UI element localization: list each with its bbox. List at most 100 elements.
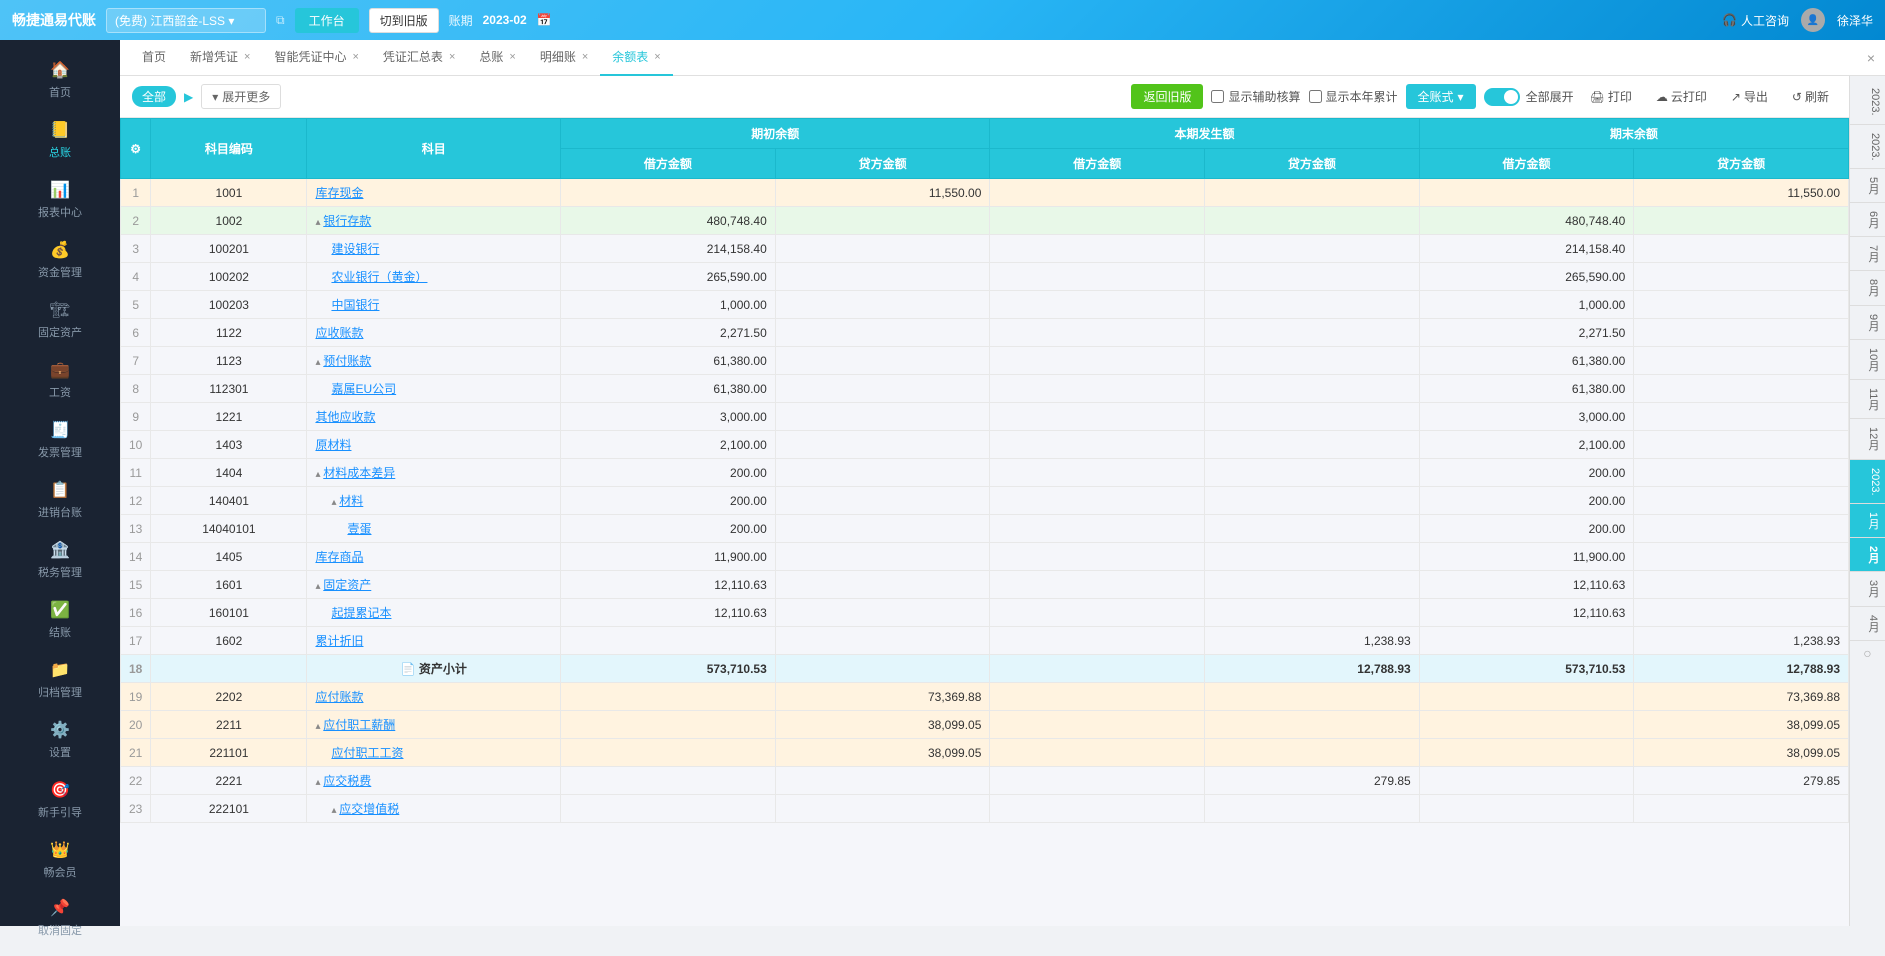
tab-close-smart-voucher[interactable]: × [352, 51, 358, 63]
row-name[interactable]: 其他应收款 [307, 403, 561, 431]
print-button[interactable]: 🖨 打印 [1582, 85, 1640, 108]
tab-voucher-summary[interactable]: 凭证汇总表 × [371, 40, 467, 76]
copy-icon[interactable]: ⧉ [276, 13, 285, 28]
row-name[interactable]: 应收账款 [307, 319, 561, 347]
month-12[interactable]: 12月 [1850, 419, 1885, 459]
sidebar-item-payroll[interactable]: 💼 工资 [0, 350, 120, 410]
row-name[interactable]: 库存现金 [307, 179, 561, 207]
sidebar-item-archive[interactable]: 📁 归档管理 [0, 650, 120, 710]
row-num: 23 [121, 795, 151, 823]
tab-close-voucher-summary[interactable]: × [449, 51, 455, 63]
row-name[interactable]: 原材料 [307, 431, 561, 459]
tab-home[interactable]: 首页 [130, 40, 178, 76]
table-row: 16 160101 起提累记本 12,110.63 12,110.63 [121, 599, 1849, 627]
month-6[interactable]: 6月 [1850, 203, 1885, 237]
row-num: 12 [121, 487, 151, 515]
row-name[interactable]: 中国银行 [307, 291, 561, 319]
row-name[interactable]: ▴ 银行存款 [307, 207, 561, 235]
month-11[interactable]: 11月 [1850, 380, 1885, 419]
full-style-button[interactable]: 全账式 ▾ [1406, 84, 1476, 109]
sidebar-item-ledger[interactable]: 📒 总账 [0, 110, 120, 170]
tab-general-ledger[interactable]: 总账 × [467, 40, 527, 76]
right-panel-close[interactable]: ○ [1859, 641, 1875, 665]
tab-balance-sheet[interactable]: 余额表 × [600, 40, 672, 76]
year-2023-label2[interactable]: 2023. [1850, 125, 1885, 170]
sidebar-item-home[interactable]: 🏠 首页 [0, 50, 120, 110]
row-name[interactable]: 建设银行 [307, 235, 561, 263]
year-2023-label[interactable]: 2023. [1850, 80, 1885, 125]
sidebar-item-tax[interactable]: 🏦 税务管理 [0, 530, 120, 590]
sidebar-item-reports[interactable]: 📊 报表中心 [0, 170, 120, 230]
row-name[interactable]: 库存商品 [307, 543, 561, 571]
show-ytd-check[interactable]: 显示本年累计 [1309, 88, 1398, 105]
sidebar-item-assets[interactable]: 🏗 固定资产 [0, 290, 120, 350]
sidebar-item-invoice[interactable]: 🧾 发票管理 [0, 410, 120, 470]
tab-smart-voucher[interactable]: 智能凭证中心 × [262, 40, 370, 76]
filter-all-label[interactable]: 全部 [132, 86, 176, 107]
row-name[interactable]: 嘉属EU公司 [307, 375, 561, 403]
sidebar-item-settings[interactable]: ⚙️ 设置 [0, 710, 120, 770]
row-ob-credit [775, 347, 990, 375]
row-num: 5 [121, 291, 151, 319]
row-name[interactable]: 应付职工工资 [307, 739, 561, 767]
month-4[interactable]: 4月 [1850, 607, 1885, 641]
row-name[interactable]: 累计折旧 [307, 627, 561, 655]
cloud-print-button[interactable]: ☁ 云打印 [1648, 85, 1715, 108]
row-name[interactable]: 应付账款 [307, 683, 561, 711]
sidebar-item-guide[interactable]: 🎯 新手引导 [0, 770, 120, 830]
sidebar-label-reports: 报表中心 [38, 204, 82, 220]
month-1[interactable]: 1月 [1850, 504, 1885, 538]
month-3[interactable]: 3月 [1850, 572, 1885, 606]
sidebar-item-close[interactable]: ✅ 结账 [0, 590, 120, 650]
row-ob-debit: 200.00 [561, 487, 776, 515]
tab-new-voucher[interactable]: 新增凭证 × [178, 40, 262, 76]
row-name[interactable]: ▴ 材料成本差异 [307, 459, 561, 487]
tab-close-detail-ledger[interactable]: × [582, 51, 588, 63]
tab-close-general-ledger[interactable]: × [509, 51, 515, 63]
row-name[interactable]: ▴ 材料 [307, 487, 561, 515]
settings-col-header[interactable]: ⚙ [121, 119, 151, 179]
export-button[interactable]: ↗ 导出 [1723, 85, 1776, 108]
row-name[interactable]: ▴ 固定资产 [307, 571, 561, 599]
show-assist-check[interactable]: 显示辅助核算 [1211, 88, 1300, 105]
row-eb-credit [1634, 599, 1849, 627]
month-5[interactable]: 5月 [1850, 169, 1885, 203]
month-10[interactable]: 10月 [1850, 340, 1885, 380]
row-name[interactable]: 起提累记本 [307, 599, 561, 627]
month-8[interactable]: 8月 [1850, 271, 1885, 305]
return-old-button[interactable]: 返回旧版 [1131, 84, 1203, 109]
row-name[interactable]: ▴ 应付职工薪酬 [307, 711, 561, 739]
tab-detail-ledger[interactable]: 明细账 × [528, 40, 600, 76]
sidebar-item-unpin[interactable]: 📌 取消固定 [0, 890, 120, 946]
row-cp-debit [990, 375, 1205, 403]
sidebar-item-capital[interactable]: 💰 资金管理 [0, 230, 120, 290]
tab-close-balance-sheet[interactable]: × [654, 51, 660, 63]
company-selector[interactable]: (免费) 江西韶金-LSS ▾ [106, 8, 266, 33]
row-name[interactable]: ▴ 应交税费 [307, 767, 561, 795]
filter-arrow-icon[interactable]: ▶ [184, 90, 193, 104]
row-name[interactable]: 农业银行（黄金） [307, 263, 561, 291]
month-9[interactable]: 9月 [1850, 306, 1885, 340]
toggle-switch[interactable] [1484, 88, 1520, 106]
month-7[interactable]: 7月 [1850, 237, 1885, 271]
tab-close-new-voucher[interactable]: × [244, 51, 250, 63]
row-eb-debit [1419, 795, 1634, 823]
workbench-button[interactable]: 工作台 [295, 8, 359, 33]
year-2023-active[interactable]: 2023. [1850, 460, 1885, 505]
switch-old-button[interactable]: 切到旧版 [369, 8, 439, 33]
sidebar-item-member[interactable]: 👑 畅会员 [0, 830, 120, 890]
row-name[interactable]: 壹蛋 [307, 515, 561, 543]
month-2[interactable]: 2月 [1850, 538, 1885, 572]
calendar-icon[interactable]: 📅 [537, 13, 552, 27]
row-name[interactable]: ▴ 应交增值税 [307, 795, 561, 823]
row-name[interactable]: ▴ 预付账款 [307, 347, 561, 375]
sidebar-label-archive: 归档管理 [38, 684, 82, 700]
expand-more-button[interactable]: ▾ 展开更多 [201, 84, 281, 109]
avatar[interactable]: 👤 [1801, 8, 1825, 32]
consult-link[interactable]: 🎧 人工咨询 [1722, 12, 1789, 29]
table-row: 23 222101 ▴ 应交增值税 [121, 795, 1849, 823]
refresh-button[interactable]: ↺ 刷新 [1784, 85, 1837, 108]
close-all-tabs[interactable]: × [1867, 50, 1875, 66]
row-cp-credit [1205, 571, 1420, 599]
sidebar-item-sales[interactable]: 📋 进销台账 [0, 470, 120, 530]
